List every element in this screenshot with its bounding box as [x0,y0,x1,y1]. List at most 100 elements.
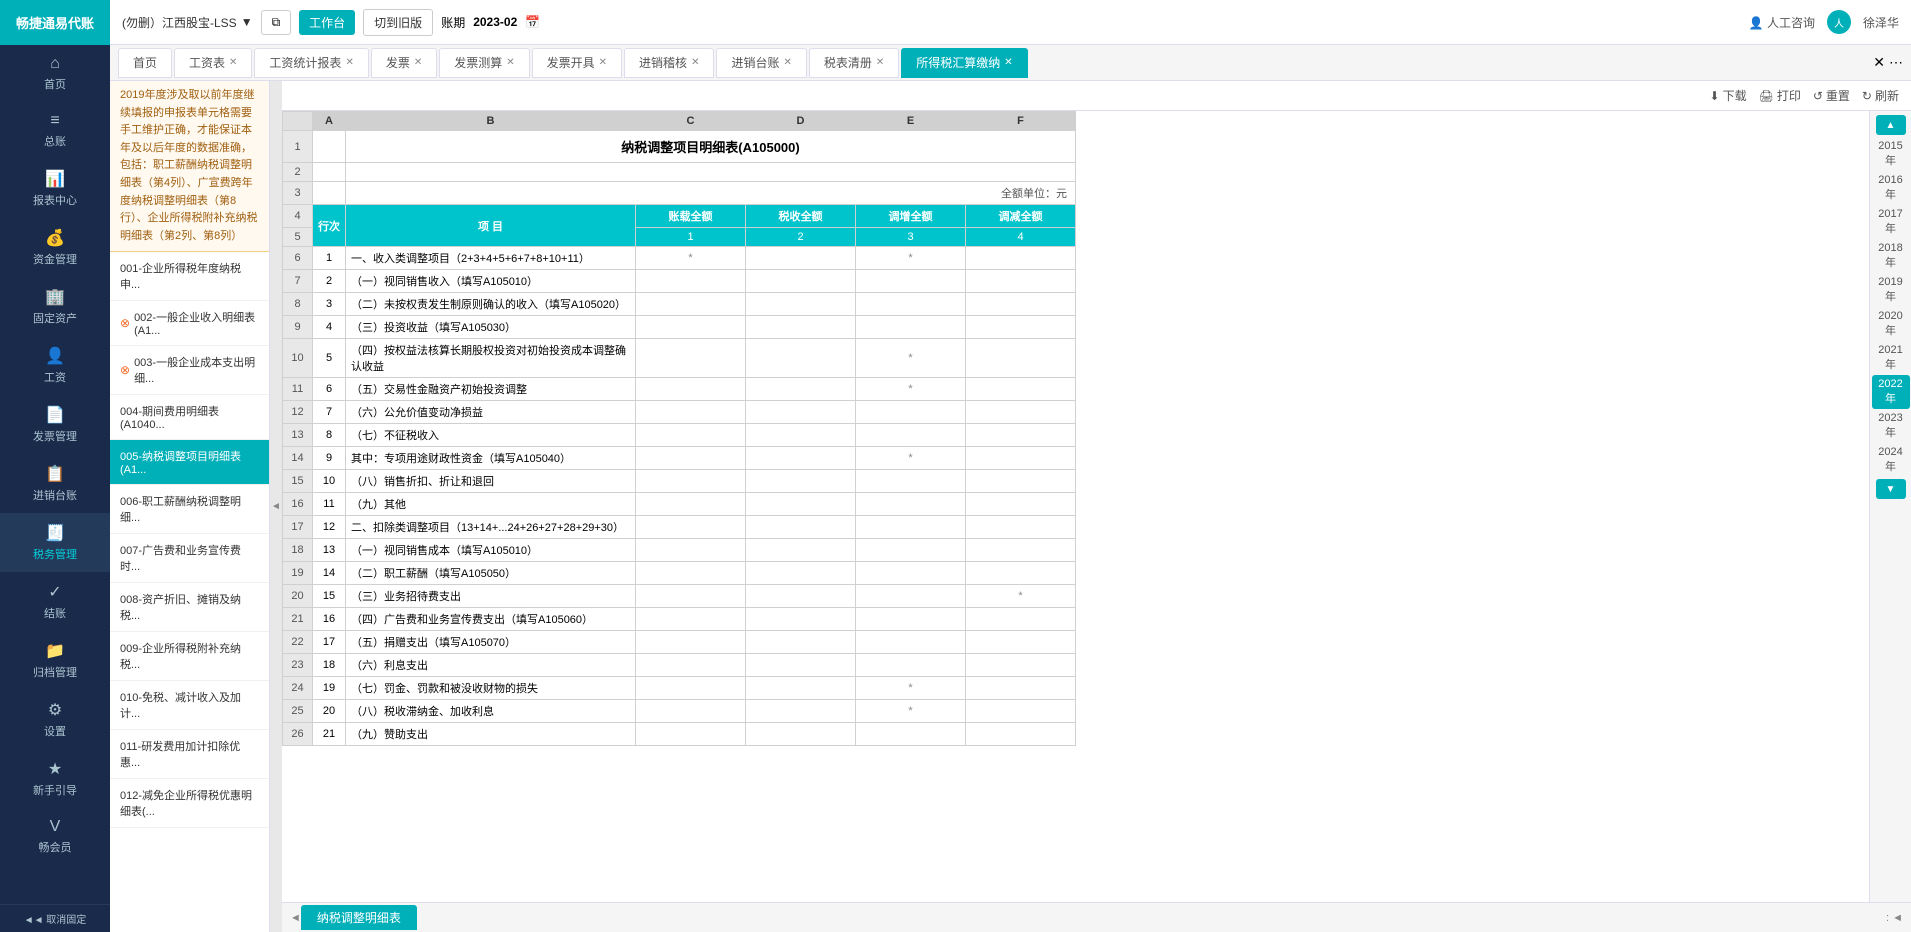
cell-c-14[interactable] [636,447,746,470]
cell-f-16[interactable] [966,493,1076,516]
year-item-2023年[interactable]: 2023年 [1872,409,1910,443]
tab-close-2[interactable]: ✕ [345,57,353,68]
cell-e-26[interactable] [856,723,966,746]
cell-d-15[interactable] [746,470,856,493]
cell-num-15[interactable]: 10 [313,470,346,493]
cell-c-24[interactable] [636,677,746,700]
sidebar-item-home[interactable]: ⌂首页 [0,45,110,102]
cell-f-12[interactable] [966,401,1076,424]
cell-c-12[interactable] [636,401,746,424]
cell-e-11[interactable]: * [856,378,966,401]
tab-7[interactable]: 进销台账✕ [716,48,806,78]
sidebar-item-guide[interactable]: ★新手引导 [0,749,110,808]
cell-e-9[interactable] [856,316,966,339]
cell-f-26[interactable] [966,723,1076,746]
sidebar-item-archive[interactable]: 📁归档管理 [0,631,110,690]
sidebar-item-purchase-ledger[interactable]: 📋进销台账 [0,454,110,513]
cell-num-6[interactable]: 1 [313,247,346,270]
tab-close-8[interactable]: ✕ [876,57,884,68]
cell-item-22[interactable]: （五）捐赠支出（填写A105070） [346,631,636,654]
tab-2[interactable]: 工资统计报表✕ [254,48,368,78]
cell-item-7[interactable]: （一）视同销售收入（填写A105010） [346,270,636,293]
year-item-2018年[interactable]: 2018年 [1872,239,1910,273]
cell-e-10[interactable]: * [856,339,966,378]
sidebar-item-ledger[interactable]: ≡总账 [0,102,110,159]
cell-f-10[interactable] [966,339,1076,378]
cell-e-15[interactable] [856,470,966,493]
doc-item-doc-012[interactable]: 012-减免企业所得税优惠明细表(... [110,779,269,828]
year-item-2015年[interactable]: 2015年 [1872,137,1910,171]
cell-item-9[interactable]: （三）投资收益（填写A105030） [346,316,636,339]
cell-d-12[interactable] [746,401,856,424]
cell-f-15[interactable] [966,470,1076,493]
download-button[interactable]: ⬇ 下载 [1710,87,1747,104]
cell-item-18[interactable]: （一）视同销售成本（填写A105010） [346,539,636,562]
unpin-button[interactable]: ◄◄ 取消固定 [0,905,110,932]
cell-num-18[interactable]: 13 [313,539,346,562]
cell-e-14[interactable]: * [856,447,966,470]
doc-item-doc-003[interactable]: ⊗003-一般企业成本支出明细... [110,346,269,395]
user-name[interactable]: 徐泽华 [1863,14,1899,31]
cell-item-16[interactable]: （九）其他 [346,493,636,516]
cell-d-21[interactable] [746,608,856,631]
cell-f-11[interactable] [966,378,1076,401]
cell-d-23[interactable] [746,654,856,677]
cell-e-19[interactable] [856,562,966,585]
cell-f-17[interactable] [966,516,1076,539]
tab-4[interactable]: 发票测算✕ [439,48,529,78]
dropdown-icon[interactable]: ▼ [241,15,253,29]
cell-d-14[interactable] [746,447,856,470]
year-item-2019年[interactable]: 2019年 [1872,273,1910,307]
cell-f-13[interactable] [966,424,1076,447]
cell-c-19[interactable] [636,562,746,585]
cell-num-12[interactable]: 7 [313,401,346,424]
cell-e-21[interactable] [856,608,966,631]
cell-c-21[interactable] [636,608,746,631]
cell-d-8[interactable] [746,293,856,316]
doc-item-doc-002[interactable]: ⊗002-一般企业收入明细表(A1... [110,301,269,346]
cell-c-16[interactable] [636,493,746,516]
cell-f-20[interactable]: * [966,585,1076,608]
cell-c-23[interactable] [636,654,746,677]
year-item-2021年[interactable]: 2021年 [1872,341,1910,375]
cell-f-8[interactable] [966,293,1076,316]
cell-d-16[interactable] [746,493,856,516]
cell-c-8[interactable] [636,293,746,316]
print-button[interactable]: 🖨 打印 [1759,87,1801,104]
cell-f-14[interactable] [966,447,1076,470]
cell-item-21[interactable]: （四）广告费和业务宣传费支出（填写A105060） [346,608,636,631]
tab-close-9[interactable]: ✕ [1004,57,1012,68]
cell-item-14[interactable]: 其中：专项用途财政性资金（填写A105040） [346,447,636,470]
tab-8[interactable]: 税表清册✕ [809,48,899,78]
sidebar-item-settings[interactable]: ⚙设置 [0,690,110,749]
cell-item-19[interactable]: （二）职工薪酬（填写A105050） [346,562,636,585]
sidebar-item-settle[interactable]: ✓结账 [0,572,110,631]
cell-c-26[interactable] [636,723,746,746]
cell-d-18[interactable] [746,539,856,562]
doc-item-doc-001[interactable]: 001-企业所得税年度纳税申... [110,252,269,301]
cell-d-19[interactable] [746,562,856,585]
tab-close-6[interactable]: ✕ [691,57,699,68]
doc-item-doc-005[interactable]: 005-纳税调整项目明细表(A1... [110,440,269,485]
year-item-2020年[interactable]: 2020年 [1872,307,1910,341]
cell-e-16[interactable] [856,493,966,516]
year-down-button[interactable]: ▼ [1876,479,1906,499]
cell-num-9[interactable]: 4 [313,316,346,339]
cell-e-20[interactable] [856,585,966,608]
doc-item-doc-004[interactable]: 004-期间费用明细表(A1040... [110,395,269,440]
cell-f-24[interactable] [966,677,1076,700]
year-item-2024年[interactable]: 2024年 [1872,443,1910,477]
cell-d-9[interactable] [746,316,856,339]
cell-c-25[interactable] [636,700,746,723]
tab-close-5[interactable]: ✕ [599,57,607,68]
cell-item-12[interactable]: （六）公允价值变动净损益 [346,401,636,424]
cell-c-15[interactable] [636,470,746,493]
refresh-button[interactable]: ↻ 刷新 [1862,87,1899,104]
tab-0[interactable]: 首页 [118,48,172,78]
cell-c-20[interactable] [636,585,746,608]
year-item-2017年[interactable]: 2017年 [1872,205,1910,239]
cell-item-25[interactable]: （八）税收滞纳金、加收利息 [346,700,636,723]
cell-num-16[interactable]: 11 [313,493,346,516]
sidebar-item-vip[interactable]: V畅会员 [0,808,110,865]
tab-9[interactable]: 所得税汇算缴纳✕ [901,48,1027,78]
